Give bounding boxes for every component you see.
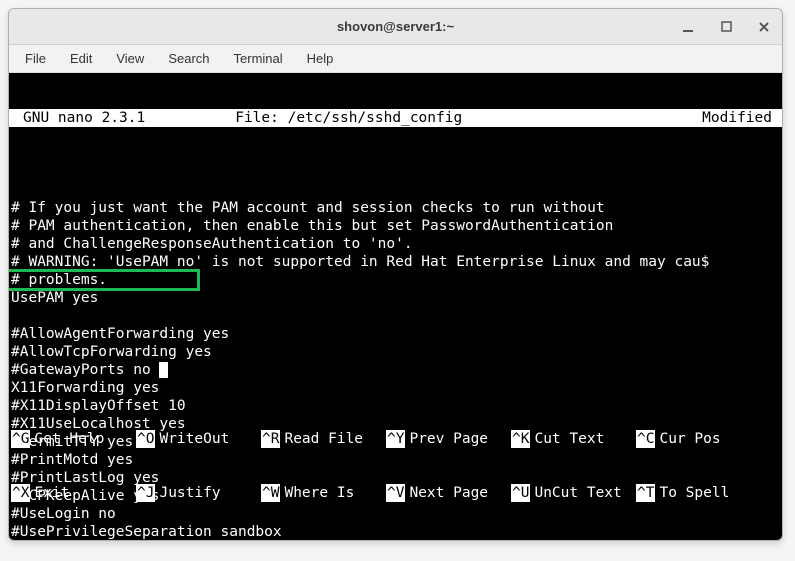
shortcut-key: ^T xyxy=(636,484,655,502)
shortcut: ^JJustify xyxy=(136,484,261,502)
editor-line: # and ChallengeResponseAuthentication to… xyxy=(11,235,780,253)
shortcut-label: Cut Text xyxy=(530,430,604,448)
menu-view[interactable]: View xyxy=(106,47,154,70)
shortcut-key: ^R xyxy=(261,430,280,448)
minimize-button[interactable] xyxy=(678,17,698,37)
shortcut-label: Read File xyxy=(280,430,363,448)
editor-line: # If you just want the PAM account and s… xyxy=(11,199,780,217)
nano-filename: File: /etc/ssh/sshd_config xyxy=(145,109,702,127)
shortcut-key: ^X xyxy=(11,484,30,502)
shortcut: ^XExit xyxy=(11,484,136,502)
shortcut-row-1: ^GGet Help^OWriteOut^RRead File^YPrev Pa… xyxy=(11,430,780,448)
menu-search[interactable]: Search xyxy=(158,47,219,70)
nano-header: GNU nano 2.3.1 File: /etc/ssh/sshd_confi… xyxy=(9,109,782,127)
nano-footer: ^GGet Help^OWriteOut^RRead File^YPrev Pa… xyxy=(9,340,782,540)
close-button[interactable] xyxy=(754,17,774,37)
editor-line xyxy=(11,181,780,199)
shortcut-key: ^Y xyxy=(386,430,405,448)
shortcut-key: ^K xyxy=(511,430,530,448)
shortcut-label: Next Page xyxy=(405,484,488,502)
window-title: shovon@server1:~ xyxy=(337,19,454,34)
shortcut-label: To Spell xyxy=(655,484,729,502)
nano-modified: Modified xyxy=(702,109,782,127)
editor-line xyxy=(11,307,780,325)
shortcut-label: Justify xyxy=(155,484,220,502)
shortcut-row-2: ^XExit^JJustify^WWhere Is^VNext Page^UUn… xyxy=(11,484,780,502)
shortcut: ^TTo Spell xyxy=(636,484,761,502)
terminal-viewport[interactable]: GNU nano 2.3.1 File: /etc/ssh/sshd_confi… xyxy=(9,73,782,540)
editor-line: # PAM authentication, then enable this b… xyxy=(11,217,780,235)
shortcut-key: ^J xyxy=(136,484,155,502)
shortcut-label: Exit xyxy=(30,484,69,502)
shortcut-label: WriteOut xyxy=(155,430,229,448)
shortcut: ^VNext Page xyxy=(386,484,511,502)
menu-file[interactable]: File xyxy=(15,47,56,70)
shortcut: ^OWriteOut xyxy=(136,430,261,448)
shortcut-label: UnCut Text xyxy=(530,484,621,502)
shortcut: ^WWhere Is xyxy=(261,484,386,502)
shortcut-key: ^U xyxy=(511,484,530,502)
menu-terminal[interactable]: Terminal xyxy=(224,47,293,70)
shortcut-key: ^V xyxy=(386,484,405,502)
shortcut-label: Cur Pos xyxy=(655,430,720,448)
shortcut: ^RRead File xyxy=(261,430,386,448)
shortcut-key: ^O xyxy=(136,430,155,448)
maximize-button[interactable] xyxy=(716,17,736,37)
window-controls xyxy=(678,17,774,37)
editor-line: # problems. xyxy=(11,271,780,289)
menu-edit[interactable]: Edit xyxy=(60,47,102,70)
shortcut-label: Where Is xyxy=(280,484,354,502)
shortcut: ^KCut Text xyxy=(511,430,636,448)
editor-line: # WARNING: 'UsePAM no' is not supported … xyxy=(11,253,780,271)
shortcut-key: ^C xyxy=(636,430,655,448)
shortcut-label: Prev Page xyxy=(405,430,488,448)
shortcut-key: ^G xyxy=(11,430,30,448)
shortcut-key: ^W xyxy=(261,484,280,502)
shortcut-label: Get Help xyxy=(30,430,104,448)
shortcut: ^YPrev Page xyxy=(386,430,511,448)
terminal-window: shovon@server1:~ File Edit View Search T… xyxy=(8,8,783,541)
footer-spacer xyxy=(11,376,780,394)
nano-version: GNU nano 2.3.1 xyxy=(9,109,145,127)
shortcut: ^CCur Pos xyxy=(636,430,761,448)
shortcut: ^UUnCut Text xyxy=(511,484,636,502)
titlebar: shovon@server1:~ xyxy=(9,9,782,45)
menubar: File Edit View Search Terminal Help xyxy=(9,45,782,73)
shortcut: ^GGet Help xyxy=(11,430,136,448)
editor-line: UsePAM yes xyxy=(11,289,780,307)
menu-help[interactable]: Help xyxy=(297,47,344,70)
